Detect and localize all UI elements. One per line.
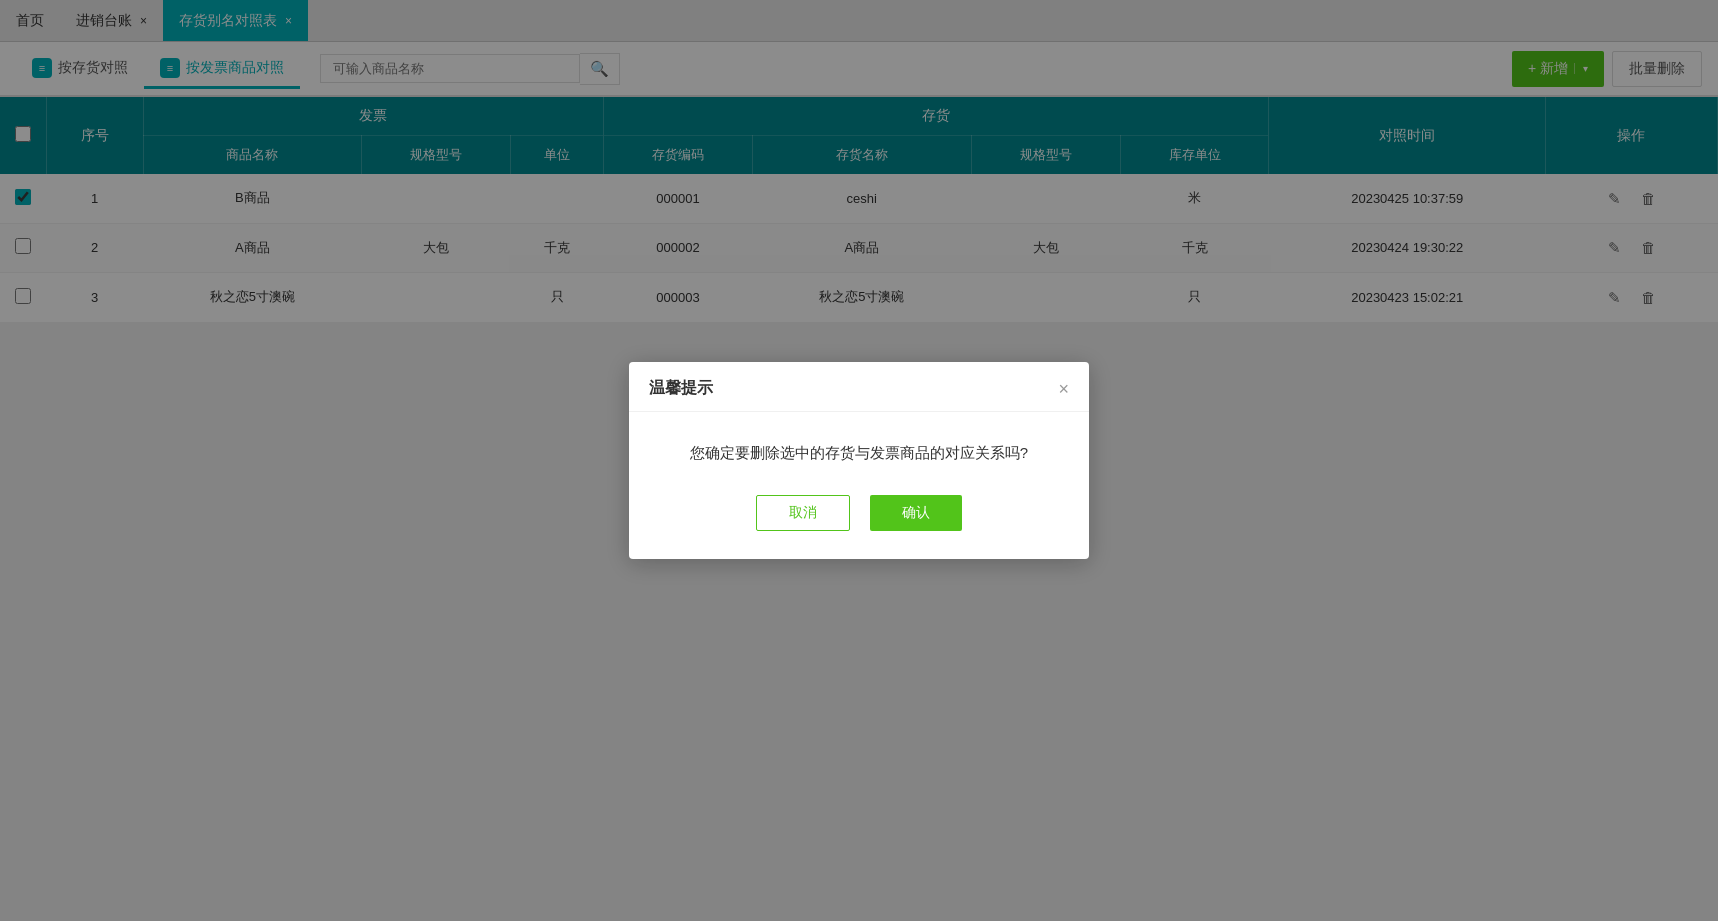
dialog-overlay: 温馨提示 × 您确定要删除选中的存货与发票商品的对应关系吗? 取消 确认 <box>0 0 1718 323</box>
